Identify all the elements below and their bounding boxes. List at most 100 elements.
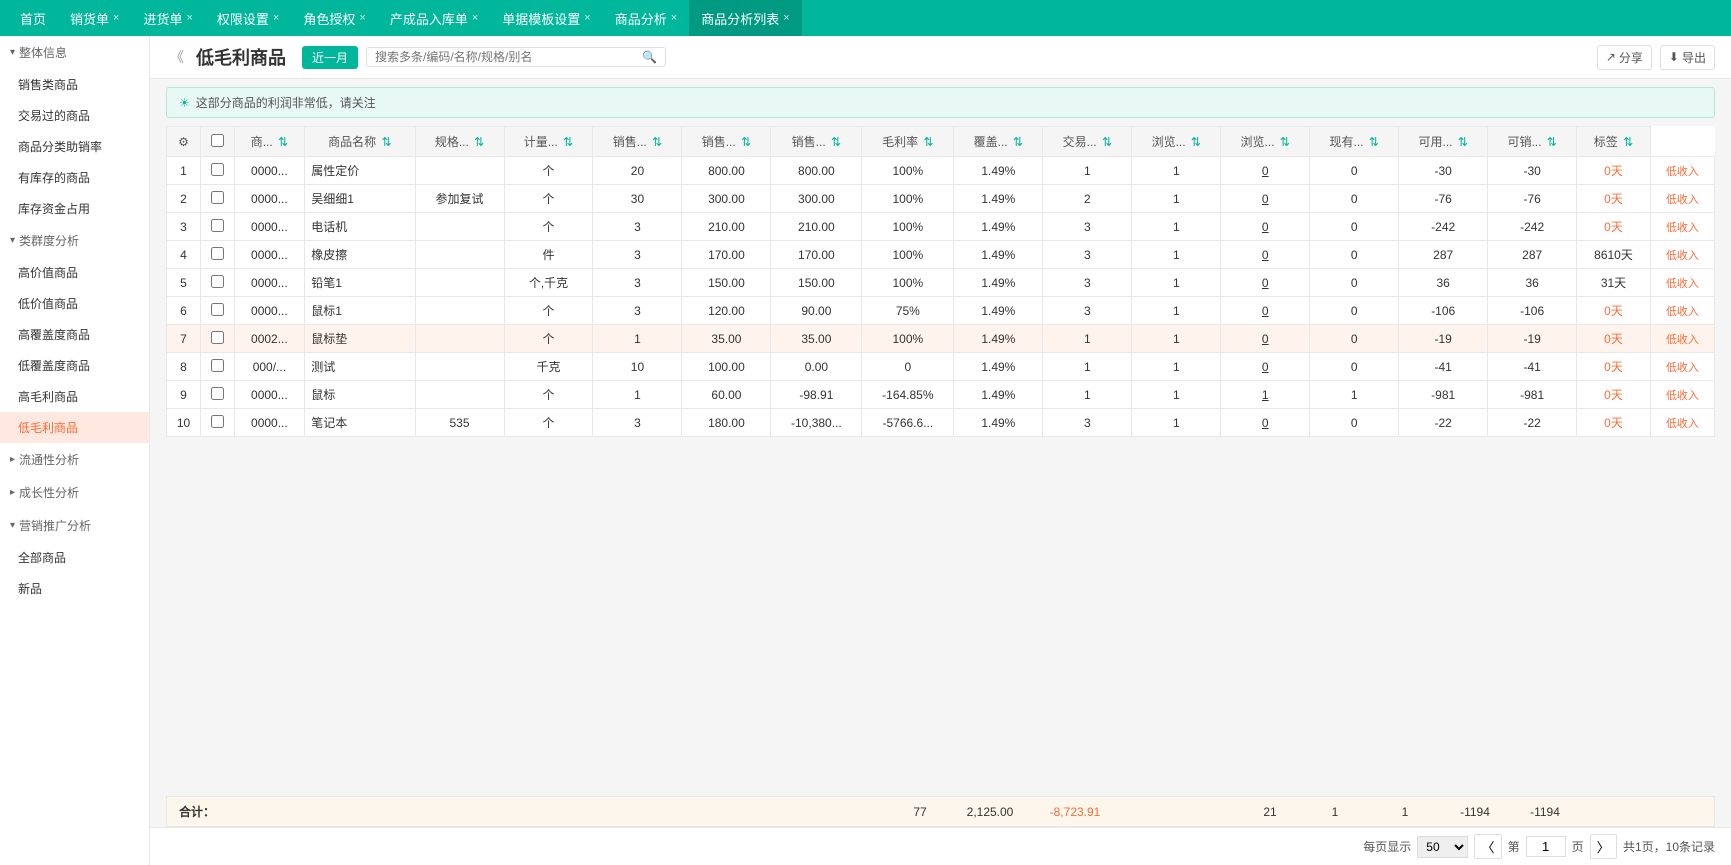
sidebar-item-low-value[interactable]: 低价值商品 (0, 288, 149, 319)
nav-product-analysis-list[interactable]: 商品分析列表 × (689, 0, 801, 36)
row-sale-amt2: 800.00 (771, 157, 862, 185)
row-trade: 1 (1132, 409, 1221, 437)
th-coverage[interactable]: 覆盖... ⇅ (954, 127, 1043, 157)
per-page-select[interactable]: 50 100 200 (1417, 836, 1468, 858)
row-checkbox[interactable] (201, 241, 235, 269)
search-icon[interactable]: 🔍 (642, 50, 657, 64)
th-browse1[interactable]: 浏览... ⇅ (1132, 127, 1221, 157)
share-btn[interactable]: ↗ 分享 (1597, 45, 1652, 70)
nav-product-analysis-close[interactable]: × (671, 12, 677, 24)
nav-product-entry[interactable]: 产成品入库单 × (378, 0, 490, 36)
table-wrapper[interactable]: ⚙ 商... ⇅ 商品名称 ⇅ 规格... ⇅ 计量... ⇅ 销售... ⇅ … (166, 126, 1715, 788)
collapse-sidebar-btn[interactable]: 《 (166, 47, 188, 67)
sidebar-item-category-rate[interactable]: 商品分类助销率 (0, 131, 149, 162)
row-code: 0000... (234, 409, 305, 437)
row-available: -22 (1488, 409, 1577, 437)
row-checkbox[interactable] (201, 381, 235, 409)
sidebar-item-stock-products[interactable]: 有库存的商品 (0, 162, 149, 193)
nav-permissions-close[interactable]: × (273, 12, 279, 24)
th-saleable[interactable]: 可销... ⇅ (1488, 127, 1577, 157)
row-checkbox[interactable] (201, 409, 235, 437)
nav-product-analysis[interactable]: 商品分析 × (603, 0, 689, 36)
th-unit[interactable]: 计量... ⇅ (504, 127, 593, 157)
row-coverage: 1 (1043, 157, 1132, 185)
sidebar-item-high-coverage[interactable]: 高覆盖度商品 (0, 319, 149, 350)
row-browse1[interactable]: 1 (1221, 381, 1310, 409)
row-checkbox[interactable] (201, 297, 235, 325)
row-current: -41 (1399, 353, 1488, 381)
row-browse1[interactable]: 0 (1221, 213, 1310, 241)
row-checkbox[interactable] (201, 157, 235, 185)
sidebar-item-high-value[interactable]: 高价值商品 (0, 257, 149, 288)
nav-permissions[interactable]: 权限设置 × (205, 0, 291, 36)
nav-sales-order-close[interactable]: × (113, 12, 119, 24)
th-code[interactable]: 商... ⇅ (234, 127, 305, 157)
filter-recent-month-btn[interactable]: 近一月 (302, 46, 358, 69)
th-browse2[interactable]: 浏览... ⇅ (1221, 127, 1310, 157)
sidebar-item-new-products[interactable]: 新品 (0, 573, 149, 604)
th-sale-qty[interactable]: 销售... ⇅ (593, 127, 682, 157)
next-page-btn[interactable]: 〉 (1590, 834, 1617, 859)
row-trade: 1 (1132, 213, 1221, 241)
nav-template-settings[interactable]: 单据模板设置 × (490, 0, 602, 36)
page-number-input[interactable] (1526, 836, 1566, 857)
th-available[interactable]: 可用... ⇅ (1399, 127, 1488, 157)
sidebar-item-stock-capital[interactable]: 库存资金占用 (0, 193, 149, 224)
th-tag[interactable]: 标签 ⇅ (1577, 127, 1651, 157)
nav-product-analysis-list-close[interactable]: × (783, 12, 789, 24)
nav-product-entry-close[interactable]: × (472, 12, 478, 24)
row-browse1[interactable]: 0 (1221, 269, 1310, 297)
row-browse1[interactable]: 0 (1221, 241, 1310, 269)
sidebar-item-low-margin[interactable]: 低毛利商品 (0, 412, 149, 443)
row-browse1[interactable]: 0 (1221, 353, 1310, 381)
row-browse2: 0 (1310, 297, 1399, 325)
sidebar-group-circulation[interactable]: ▸ 流通性分析 (0, 443, 149, 476)
th-spec[interactable]: 规格... ⇅ (415, 127, 504, 157)
th-sale-amt1[interactable]: 销售... ⇅ (682, 127, 771, 157)
th-trade[interactable]: 交易... ⇅ (1043, 127, 1132, 157)
row-tag: 低收入 (1650, 185, 1714, 213)
nav-home[interactable]: 首页 (8, 0, 58, 36)
row-checkbox[interactable] (201, 269, 235, 297)
sidebar-item-all-products[interactable]: 全部商品 (0, 542, 149, 573)
row-browse1[interactable]: 0 (1221, 409, 1310, 437)
row-browse1[interactable]: 0 (1221, 297, 1310, 325)
row-checkbox[interactable] (201, 185, 235, 213)
nav-role-auth[interactable]: 角色授权 × (291, 0, 377, 36)
row-name: 测试 (305, 353, 415, 381)
select-all-checkbox[interactable] (211, 134, 224, 147)
footer-browse1: 1 (1300, 805, 1370, 819)
per-page-label: 每页显示 (1363, 838, 1411, 855)
sidebar-item-sales-products[interactable]: 销售类商品 (0, 69, 149, 100)
sidebar-group-overall[interactable]: ▾ 整体信息 (0, 36, 149, 69)
sidebar-item-traded-products[interactable]: 交易过的商品 (0, 100, 149, 131)
footer-sale-amt1: 2,125.00 (950, 805, 1030, 819)
nav-role-auth-close[interactable]: × (359, 12, 365, 24)
row-browse1[interactable]: 0 (1221, 157, 1310, 185)
th-name[interactable]: 商品名称 ⇅ (305, 127, 415, 157)
nav-template-settings-close[interactable]: × (584, 12, 590, 24)
sidebar-item-low-coverage[interactable]: 低覆盖度商品 (0, 350, 149, 381)
row-browse1[interactable]: 0 (1221, 325, 1310, 353)
th-sale-amt2[interactable]: 销售... ⇅ (771, 127, 862, 157)
search-input[interactable] (375, 50, 638, 64)
nav-purchase-order[interactable]: 进货单 × (131, 0, 204, 36)
nav-purchase-order-close[interactable]: × (186, 12, 192, 24)
row-checkbox[interactable] (201, 213, 235, 241)
row-unit: 个 (504, 157, 593, 185)
row-checkbox[interactable] (201, 353, 235, 381)
sidebar-item-high-margin[interactable]: 高毛利商品 (0, 381, 149, 412)
row-browse1[interactable]: 0 (1221, 185, 1310, 213)
sidebar-group-cluster[interactable]: ▾ 类群度分析 (0, 224, 149, 257)
row-checkbox[interactable] (201, 325, 235, 353)
th-current[interactable]: 现有... ⇅ (1310, 127, 1399, 157)
sidebar-group-marketing[interactable]: ▾ 营销推广分析 (0, 509, 149, 542)
nav-sales-order[interactable]: 销货单 × (58, 0, 131, 36)
sidebar-group-growth[interactable]: ▸ 成长性分析 (0, 476, 149, 509)
prev-page-btn[interactable]: 〈 (1474, 834, 1501, 859)
th-gross-rate[interactable]: 毛利率 ⇅ (862, 127, 954, 157)
row-code: 0000... (234, 213, 305, 241)
th-settings[interactable]: ⚙ (167, 127, 201, 157)
export-btn[interactable]: ⬇ 导出 (1660, 45, 1715, 70)
footer-browse2: 1 (1370, 805, 1440, 819)
